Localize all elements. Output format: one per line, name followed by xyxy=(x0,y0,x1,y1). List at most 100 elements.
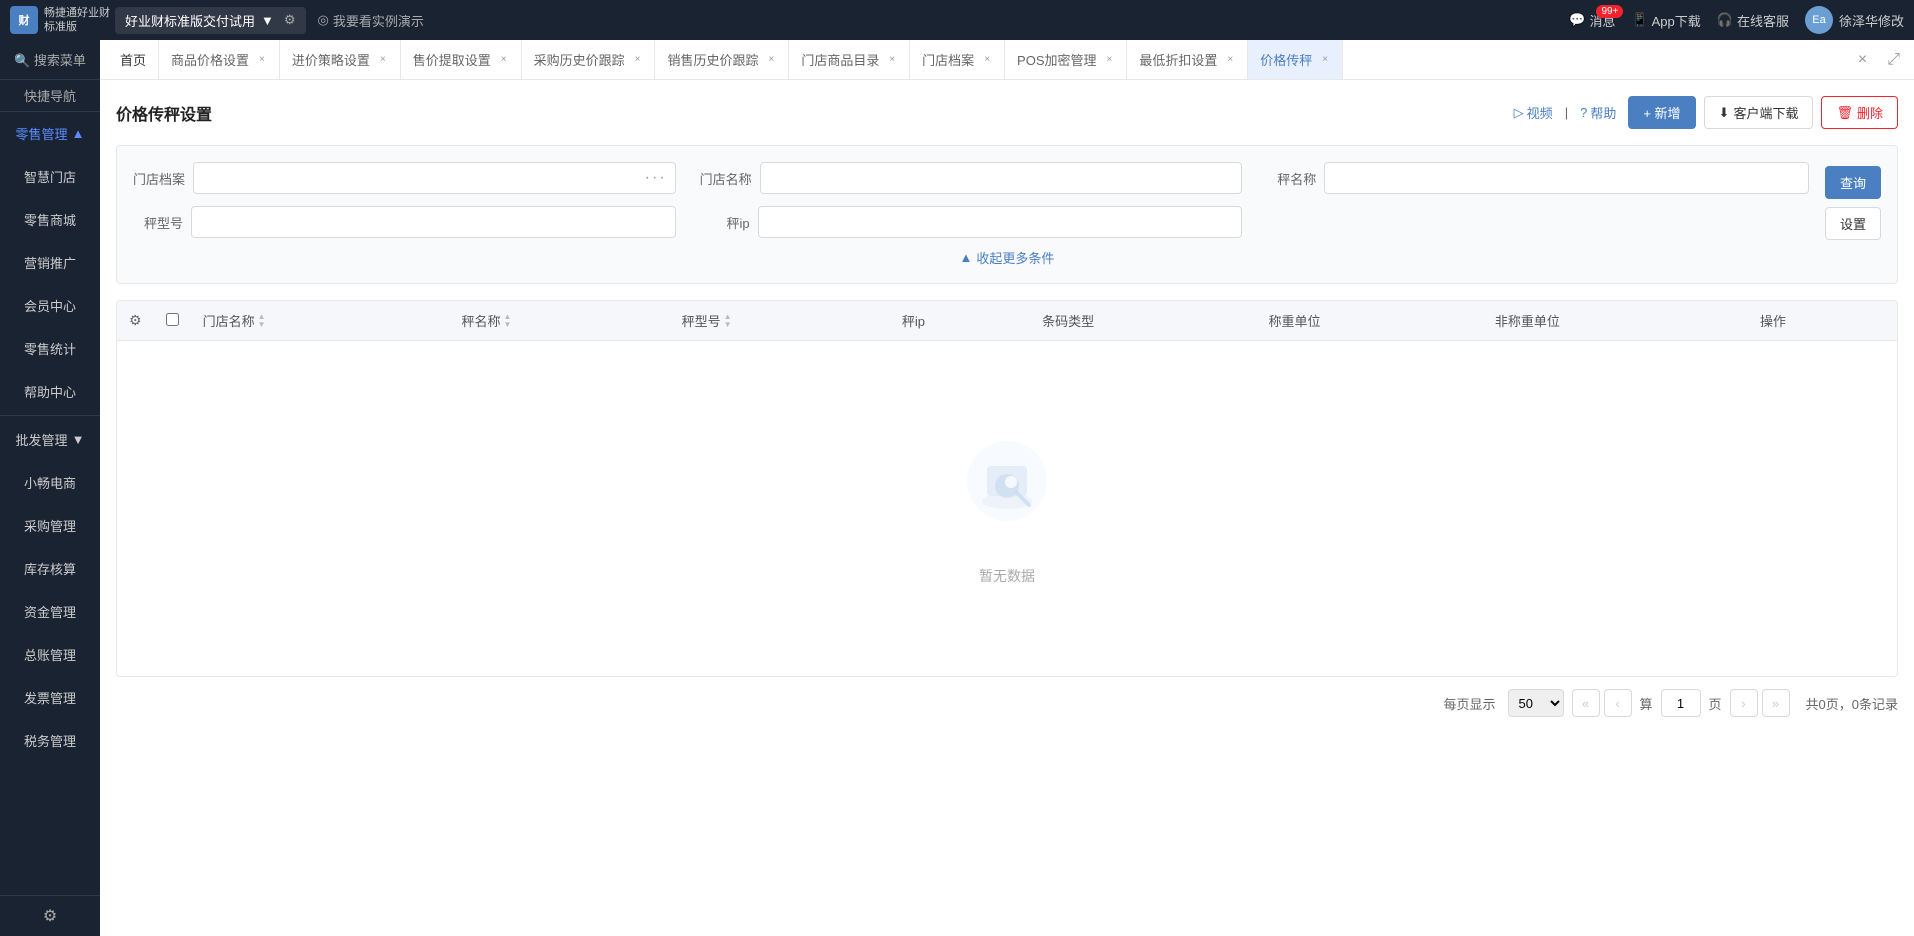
sidebar-item-finance-mgmt[interactable]: 资金管理 xyxy=(0,590,100,633)
column-settings-icon[interactable]: ⚙ xyxy=(129,312,142,328)
sidebar-item-invoice-mgmt[interactable]: 发票管理 xyxy=(0,676,100,719)
video-icon: ▷ xyxy=(1514,105,1524,121)
sidebar-divider xyxy=(0,415,100,416)
page-total: 共0页，0条记录 xyxy=(1806,694,1898,713)
user-menu[interactable]: Ea 徐泽华修改 xyxy=(1805,6,1904,34)
add-button[interactable]: + 新增 xyxy=(1628,96,1695,129)
page-size-select[interactable]: 50 10 20 100 xyxy=(1508,689,1564,717)
tab-close-shop-catalog[interactable]: × xyxy=(887,53,897,66)
page-actions: + 新增 ⬇ 客户端下载 🗑 删除 xyxy=(1628,96,1898,129)
arrow-up-icon: ▲ xyxy=(72,126,85,141)
tab-sale-price[interactable]: 售价提取设置 × xyxy=(401,40,522,80)
tab-price-scale[interactable]: 价格传秤 × xyxy=(1248,40,1343,80)
tab-shop-file[interactable]: 门店档案 × xyxy=(910,40,1005,80)
tab-close-commodity-price[interactable]: × xyxy=(257,53,267,66)
sidebar-item-xiaochangec[interactable]: 小畅电商 xyxy=(0,461,100,504)
sidebar-item-smart-shop[interactable]: 智慧门店 xyxy=(0,155,100,198)
empty-row: 暂无数据 xyxy=(117,341,1897,677)
th-operation: 操作 xyxy=(1748,301,1897,341)
tab-commodity-price[interactable]: 商品价格设置 × xyxy=(159,40,280,80)
demo-link[interactable]: ◎ 我要看实例演示 xyxy=(318,11,424,30)
th-scale-name: 秤名称 ▲▼ xyxy=(449,301,669,341)
sidebar-item-general-ledger[interactable]: 总账管理 xyxy=(0,633,100,676)
sidebar-settings-icon[interactable]: ⚙ xyxy=(0,906,100,926)
query-button[interactable]: 查询 xyxy=(1825,166,1881,199)
chevron-down-icon: ▼ xyxy=(261,13,274,28)
logo-icon: 财 xyxy=(10,6,38,34)
filter-scale-model-label: 秤型号 xyxy=(133,213,183,232)
page-number-input[interactable] xyxy=(1661,689,1701,717)
sidebar-item-marketing[interactable]: 营销推广 xyxy=(0,241,100,284)
sidebar-item-member-center[interactable]: 会员中心 xyxy=(0,284,100,327)
settings-button[interactable]: 设置 xyxy=(1825,207,1881,240)
sidebar-item-retail-stats[interactable]: 零售统计 xyxy=(0,327,100,370)
filter-scale-model: 秤型号 xyxy=(133,206,676,238)
top-bar-right: 💬 消息 99+ 📱 App下载 🎧 在线客服 Ea 徐泽华修改 xyxy=(1569,6,1904,34)
sidebar-item-help-center[interactable]: 帮助中心 xyxy=(0,370,100,413)
tab-close-all-button[interactable]: × xyxy=(1852,49,1873,71)
tab-close-purchase-history[interactable]: × xyxy=(633,53,643,66)
sort-scale-model[interactable]: 秤型号 ▲▼ xyxy=(682,311,732,330)
eye-icon: ◎ xyxy=(318,12,329,28)
tab-home[interactable]: 首页 xyxy=(108,40,159,80)
filter-scale-ip-input[interactable] xyxy=(758,206,1243,238)
sort-shop-name[interactable]: 门店名称 ▲▼ xyxy=(203,311,266,330)
tab-shop-catalog[interactable]: 门店商品目录 × xyxy=(789,40,910,80)
tab-purchase-strategy[interactable]: 进价策略设置 × xyxy=(280,40,401,80)
sidebar-item-online-store[interactable]: 零售商城 xyxy=(0,198,100,241)
filter-scale-name-input[interactable] xyxy=(1324,162,1809,194)
main-layout: 🔍 搜索菜单 快捷导航 零售管理 ▲ 智慧门店 零售商城 营销推广 会员中心 零… xyxy=(0,40,1914,936)
filter-scale-model-input[interactable] xyxy=(191,206,676,238)
delete-button[interactable]: 🗑 删除 xyxy=(1821,96,1898,129)
help-link[interactable]: ? 帮助 xyxy=(1580,103,1616,122)
tab-close-sales-history[interactable]: × xyxy=(766,53,776,66)
sort-scale-name[interactable]: 秤名称 ▲▼ xyxy=(461,311,511,330)
sidebar-item-inventory[interactable]: 库存核算 xyxy=(0,547,100,590)
select-all-checkbox[interactable] xyxy=(166,313,179,326)
last-page-button[interactable]: » xyxy=(1762,689,1790,717)
sidebar-item-tax-mgmt[interactable]: 税务管理 xyxy=(0,719,100,762)
th-scale-ip: 秤ip xyxy=(890,301,1030,341)
tab-close-min-discount[interactable]: × xyxy=(1225,53,1235,66)
tab-min-discount[interactable]: 最低折扣设置 × xyxy=(1127,40,1248,80)
sidebar-item-wholesale-mgmt[interactable]: 批发管理 ▼ xyxy=(0,418,100,461)
help-video-link[interactable]: ▷ 视频 xyxy=(1514,103,1553,122)
tab-sales-history[interactable]: 销售历史价跟踪 × xyxy=(655,40,789,80)
tab-close-price-scale[interactable]: × xyxy=(1320,53,1330,66)
prev-page-button[interactable]: ‹ xyxy=(1604,689,1632,717)
table-container: ⚙ 门店名称 ▲▼ xyxy=(116,300,1898,677)
filter-shop-name-input[interactable] xyxy=(760,162,1243,194)
tab-bar: 首页 商品价格设置 × 进价策略设置 × 售价提取设置 × 采购历史价跟踪 × … xyxy=(100,40,1914,80)
tab-close-purchase-strategy[interactable]: × xyxy=(378,53,388,66)
tab-close-shop-file[interactable]: × xyxy=(982,53,992,66)
tab-close-pos-management[interactable]: × xyxy=(1105,53,1115,66)
settings-icon[interactable]: ⚙ xyxy=(284,12,296,28)
tab-purchase-history[interactable]: 采购历史价跟踪 × xyxy=(522,40,656,80)
messages-badge: 99+ xyxy=(1596,5,1623,18)
sidebar-bottom: ⚙ xyxy=(0,895,100,936)
edition-selector[interactable]: 好业财标准版交付试用 ▼ ⚙ xyxy=(115,7,306,34)
table-body: 暂无数据 xyxy=(117,341,1897,677)
collapse-button[interactable]: ▲ 收起更多条件 xyxy=(960,248,1055,267)
filter-scale-name-label: 秤名称 xyxy=(1266,169,1316,188)
filter-shop-file-input[interactable]: ··· xyxy=(193,162,676,194)
filter-row-2: 秤型号 秤ip xyxy=(133,206,1809,238)
filter-scale-name: 秤名称 xyxy=(1266,162,1809,194)
next-page-button[interactable]: › xyxy=(1730,689,1758,717)
tab-maximize-button[interactable]: ⤢ xyxy=(1881,49,1906,71)
filter-shop-file-label: 门店档案 xyxy=(133,169,185,188)
th-non-weight-unit: 非称重单位 xyxy=(1483,301,1748,341)
sidebar-quick-nav[interactable]: 快捷导航 xyxy=(0,80,100,112)
page-size-label: 每页显示 xyxy=(1443,694,1495,713)
messages-button[interactable]: 💬 消息 99+ xyxy=(1569,11,1615,30)
filter-shop-file: 门店档案 ··· xyxy=(133,162,676,194)
tab-pos-management[interactable]: POS加密管理 × xyxy=(1005,40,1127,80)
online-service-button[interactable]: 🎧 在线客服 xyxy=(1717,11,1789,30)
first-page-button[interactable]: « xyxy=(1572,689,1600,717)
sidebar-item-retail-mgmt[interactable]: 零售管理 ▲ xyxy=(0,112,100,155)
app-download-button[interactable]: 📱 App下载 xyxy=(1631,11,1700,30)
sidebar-search[interactable]: 🔍 搜索菜单 xyxy=(0,40,100,80)
sidebar-item-purchase-mgmt[interactable]: 采购管理 xyxy=(0,504,100,547)
download-client-button[interactable]: ⬇ 客户端下载 xyxy=(1704,96,1814,129)
tab-close-sale-price[interactable]: × xyxy=(499,53,509,66)
